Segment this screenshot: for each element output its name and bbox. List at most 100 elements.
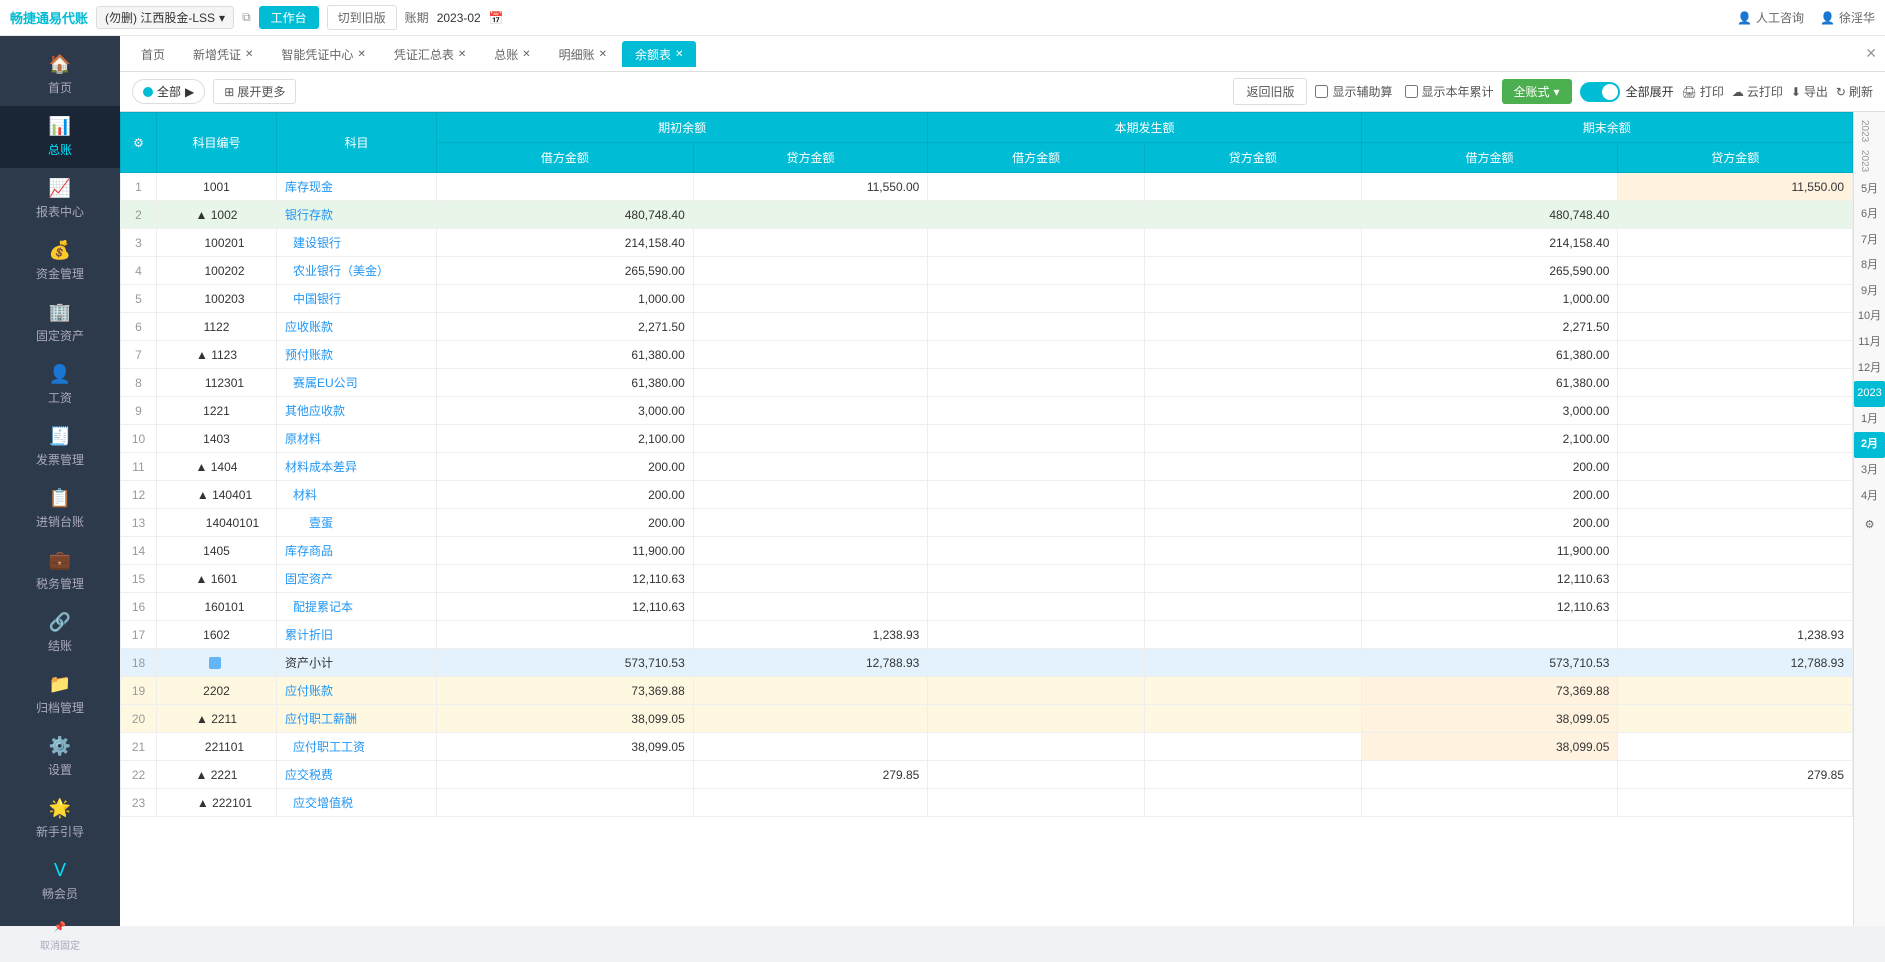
- account-link[interactable]: 赛属EU公司: [293, 376, 358, 390]
- th-name: 科目: [277, 113, 437, 173]
- tab-smart-voucher[interactable]: 智能凭证中心 ✕: [268, 41, 378, 67]
- month-6[interactable]: 6月: [1854, 202, 1885, 228]
- calendar-icon[interactable]: 📅: [489, 11, 504, 25]
- close-all-tabs[interactable]: ✕: [1865, 45, 1877, 62]
- company-selector[interactable]: (勿删) 江西股金-LSS ▾: [96, 6, 234, 29]
- tab-home[interactable]: 首页: [128, 41, 178, 67]
- sidebar-item-payroll[interactable]: 👤 工资: [0, 354, 120, 416]
- curr-credit: [1144, 397, 1361, 425]
- toggle-switch[interactable]: [1580, 82, 1620, 102]
- sidebar-item-guide[interactable]: 🌟 新手引导: [0, 788, 120, 850]
- export-button[interactable]: ⬇ 导出: [1791, 83, 1828, 100]
- year-2023-label[interactable]: 2023: [1854, 146, 1885, 176]
- sidebar-item-home[interactable]: 🏠 首页: [0, 44, 120, 106]
- month-3[interactable]: 3月: [1854, 458, 1885, 484]
- tab-new-voucher-label: 新增凭证: [193, 46, 241, 63]
- account-link[interactable]: 材料: [293, 488, 317, 502]
- account-link[interactable]: 其他应收款: [285, 404, 345, 418]
- expand-button[interactable]: ⊞ 展开更多: [213, 79, 296, 104]
- show-aux-checkbox[interactable]: 显示辅助算: [1315, 83, 1392, 100]
- sidebar-item-unpin[interactable]: 📌 取消固定: [0, 912, 120, 962]
- account-link[interactable]: 累计折旧: [285, 628, 333, 642]
- curr-credit: [1144, 257, 1361, 285]
- account-link[interactable]: 应收账款: [285, 320, 333, 334]
- account-link[interactable]: 库存现金: [285, 180, 333, 194]
- account-link[interactable]: 应付职工工资: [293, 740, 365, 754]
- account-link[interactable]: 中国银行: [293, 292, 341, 306]
- copy-icon[interactable]: ⧉: [242, 10, 251, 25]
- show-ytd-checkbox[interactable]: 显示本年累计: [1405, 83, 1494, 100]
- account-link[interactable]: 固定资产: [285, 572, 333, 586]
- gear-icon[interactable]: ⚙: [133, 136, 144, 150]
- tab-general-ledger[interactable]: 总账 ✕: [481, 41, 543, 67]
- month-11[interactable]: 11月: [1854, 330, 1885, 356]
- filter-all-button[interactable]: 全部 ▶: [132, 79, 205, 104]
- year-2023-top[interactable]: 2023: [1854, 116, 1885, 146]
- account-link[interactable]: 应付职工薪酬: [285, 712, 357, 726]
- account-link[interactable]: 原材料: [285, 432, 321, 446]
- table-container[interactable]: ⚙ 科目编号 科目 期初余额 本期发生额 期末余额 借方金额 贷方金额 借方金额: [120, 112, 1853, 926]
- account-link[interactable]: 应交税费: [285, 768, 333, 782]
- switch-version-button[interactable]: 切到旧版: [327, 5, 397, 30]
- sidebar-item-invoice[interactable]: 🧾 发票管理: [0, 416, 120, 478]
- tab-detail-ledger-close[interactable]: ✕: [599, 49, 607, 60]
- account-link[interactable]: 应付账款: [285, 684, 333, 698]
- month-4[interactable]: 4月: [1854, 484, 1885, 510]
- account-link[interactable]: 银行存款: [285, 208, 333, 222]
- end-debit: 12,110.63: [1361, 565, 1618, 593]
- sidebar-item-archive[interactable]: 📁 归档管理: [0, 664, 120, 726]
- tab-detail-ledger[interactable]: 明细账 ✕: [546, 41, 620, 67]
- account-link[interactable]: 壹蛋: [309, 516, 333, 530]
- account-link[interactable]: 材料成本差异: [285, 460, 357, 474]
- print-button[interactable]: 🖨 打印: [1682, 83, 1724, 100]
- cloud-print-button[interactable]: ☁ 云打印: [1732, 83, 1783, 100]
- year-2023-current[interactable]: 2023: [1854, 381, 1885, 407]
- account-link[interactable]: 农业银行（美金）: [293, 264, 389, 278]
- tab-voucher-summary[interactable]: 凭证汇总表 ✕: [381, 41, 479, 67]
- show-ytd-input[interactable]: [1405, 85, 1418, 98]
- expand-all-toggle[interactable]: 全部展开: [1580, 82, 1674, 102]
- period-credit: [693, 593, 928, 621]
- user-profile[interactable]: 👤 徐淫华: [1820, 9, 1875, 26]
- tab-general-ledger-close[interactable]: ✕: [522, 49, 530, 60]
- tab-balance[interactable]: 余额表 ✕: [622, 41, 696, 67]
- month-12[interactable]: 12月: [1854, 356, 1885, 382]
- tab-voucher-summary-close[interactable]: ✕: [458, 49, 466, 60]
- end-debit: 38,099.05: [1361, 705, 1618, 733]
- full-style-button[interactable]: 全账式 ▾: [1502, 79, 1572, 104]
- month-5[interactable]: 5月: [1854, 177, 1885, 203]
- sidebar-item-member[interactable]: V 畅会员: [0, 850, 120, 912]
- account-link[interactable]: 配提累记本: [293, 600, 353, 614]
- month-10[interactable]: 10月: [1854, 304, 1885, 330]
- sidebar-item-closing[interactable]: 🔗 结账: [0, 602, 120, 664]
- sidebar-item-reports[interactable]: 📈 报表中心: [0, 168, 120, 230]
- curr-debit: [928, 733, 1145, 761]
- return-old-version-btn[interactable]: 返回旧版: [1233, 78, 1307, 105]
- sidebar-item-sales[interactable]: 📋 进销台账: [0, 478, 120, 540]
- refresh-button[interactable]: ↻ 刷新: [1836, 83, 1873, 100]
- tab-new-voucher[interactable]: 新增凭证 ✕: [180, 41, 266, 67]
- sidebar-item-tax[interactable]: 💼 税务管理: [0, 540, 120, 602]
- month-7[interactable]: 7月: [1854, 228, 1885, 254]
- curr-debit: [928, 425, 1145, 453]
- month-1[interactable]: 1月: [1854, 407, 1885, 433]
- month-8[interactable]: 8月: [1854, 253, 1885, 279]
- account-link[interactable]: 预付账款: [285, 348, 333, 362]
- th-settings[interactable]: ⚙: [121, 113, 157, 173]
- sidebar-item-assets[interactable]: 🏢 固定资产: [0, 292, 120, 354]
- account-link[interactable]: 库存商品: [285, 544, 333, 558]
- month-2-current[interactable]: 2月: [1854, 432, 1885, 458]
- account-link[interactable]: 应交增值税: [293, 796, 353, 810]
- sidebar-item-ledger[interactable]: 📊 总账: [0, 106, 120, 168]
- tab-smart-voucher-close[interactable]: ✕: [357, 49, 365, 60]
- sidebar-item-settings[interactable]: ⚙️ 设置: [0, 726, 120, 788]
- sidebar-item-capital[interactable]: 💰 资金管理: [0, 230, 120, 292]
- workbench-button[interactable]: 工作台: [259, 6, 319, 29]
- month-9[interactable]: 9月: [1854, 279, 1885, 305]
- tab-balance-close[interactable]: ✕: [675, 49, 683, 60]
- account-link[interactable]: 建设银行: [293, 236, 341, 250]
- show-aux-input[interactable]: [1315, 85, 1328, 98]
- panel-settings-icon[interactable]: ⚙: [1854, 513, 1885, 539]
- tab-new-voucher-close[interactable]: ✕: [245, 49, 253, 60]
- consult-btn[interactable]: 👤 人工咨询: [1737, 9, 1804, 26]
